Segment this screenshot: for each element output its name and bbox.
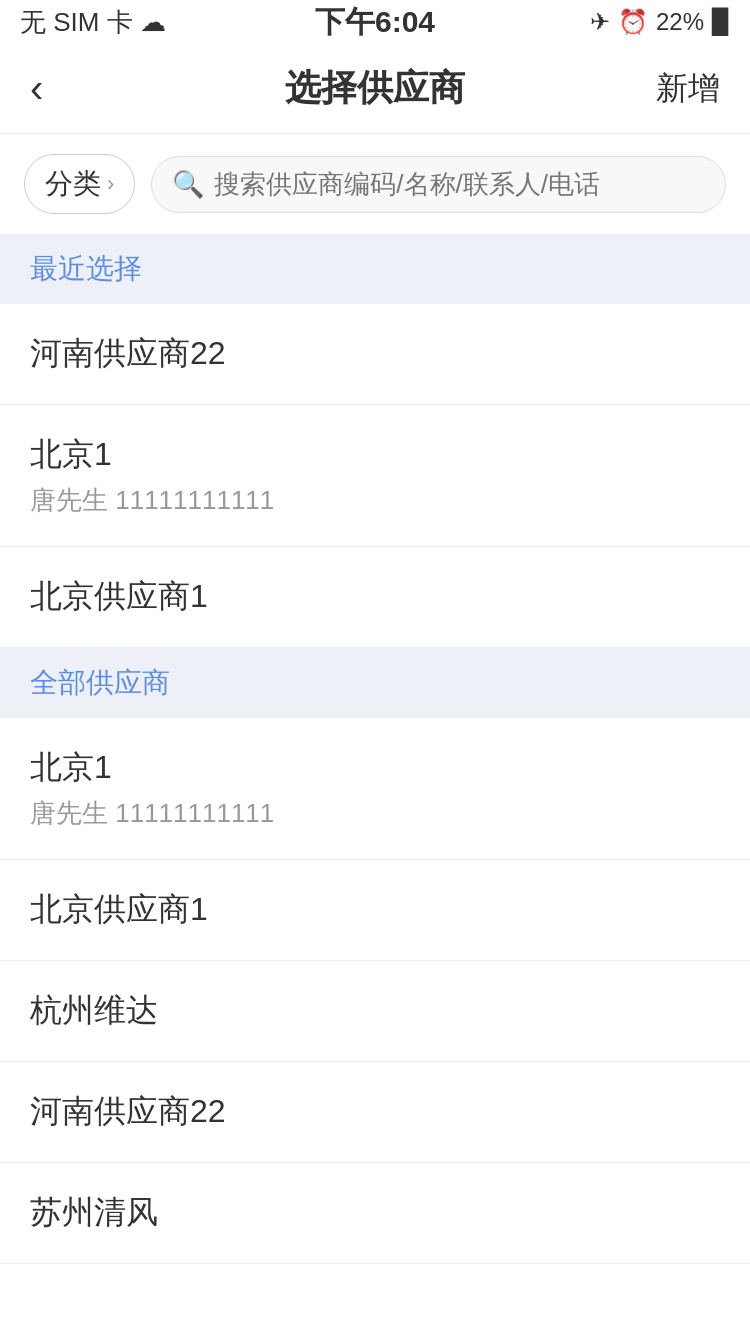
list-item[interactable]: 北京供应商1: [0, 860, 750, 961]
status-right: ✈ ⏰ 22% ▉: [590, 8, 730, 36]
section-header-recent: 最近选择: [0, 234, 750, 304]
item-name: 杭州维达: [30, 989, 720, 1033]
item-name: 北京1: [30, 746, 720, 790]
item-subtitle: 唐先生 11111111111: [30, 483, 720, 518]
suppliers-list: 最近选择河南供应商22 北京1 唐先生 11111111111 北京供应商1 全部供应商…: [0, 234, 750, 1264]
category-filter-button[interactable]: 分类 ›: [24, 154, 135, 214]
add-button[interactable]: 新增: [656, 67, 720, 111]
item-name: 北京1: [30, 433, 720, 477]
search-input[interactable]: [214, 169, 705, 200]
item-name: 河南供应商22: [30, 1090, 720, 1134]
item-name: 北京供应商1: [30, 888, 720, 932]
back-button[interactable]: ‹: [30, 66, 90, 111]
filter-bar: 分类 › 🔍: [0, 134, 750, 234]
list-item[interactable]: 河南供应商22: [0, 1062, 750, 1163]
battery-level: 22%: [656, 8, 704, 36]
page-title: 选择供应商: [285, 64, 465, 113]
list-item[interactable]: 北京1 唐先生 11111111111: [0, 718, 750, 860]
status-time: 下午6:04: [315, 2, 435, 43]
sim-status: 无 SIM 卡 ☁: [20, 5, 166, 40]
search-icon: 🔍: [172, 169, 204, 200]
item-name: 北京供应商1: [30, 575, 720, 619]
item-name: 河南供应商22: [30, 332, 720, 376]
status-bar: 无 SIM 卡 ☁ 下午6:04 ✈ ⏰ 22% ▉: [0, 0, 750, 44]
battery-icon: ▉: [712, 8, 730, 36]
status-left: 无 SIM 卡 ☁: [20, 5, 166, 40]
nav-bar: ‹ 选择供应商 新增: [0, 44, 750, 134]
list-item[interactable]: 河南供应商22: [0, 304, 750, 405]
category-chevron-icon: ›: [107, 171, 114, 197]
item-subtitle: 唐先生 11111111111: [30, 796, 720, 831]
list-item[interactable]: 北京1 唐先生 11111111111: [0, 405, 750, 547]
list-item[interactable]: 杭州维达: [0, 961, 750, 1062]
section-header-all: 全部供应商: [0, 648, 750, 718]
category-label: 分类: [45, 165, 101, 203]
location-icon: ✈: [590, 8, 610, 36]
alarm-icon: ⏰: [618, 8, 648, 36]
list-item[interactable]: 苏州清风: [0, 1163, 750, 1264]
search-box[interactable]: 🔍: [151, 156, 726, 213]
item-name: 苏州清风: [30, 1191, 720, 1235]
list-item[interactable]: 北京供应商1: [0, 547, 750, 648]
